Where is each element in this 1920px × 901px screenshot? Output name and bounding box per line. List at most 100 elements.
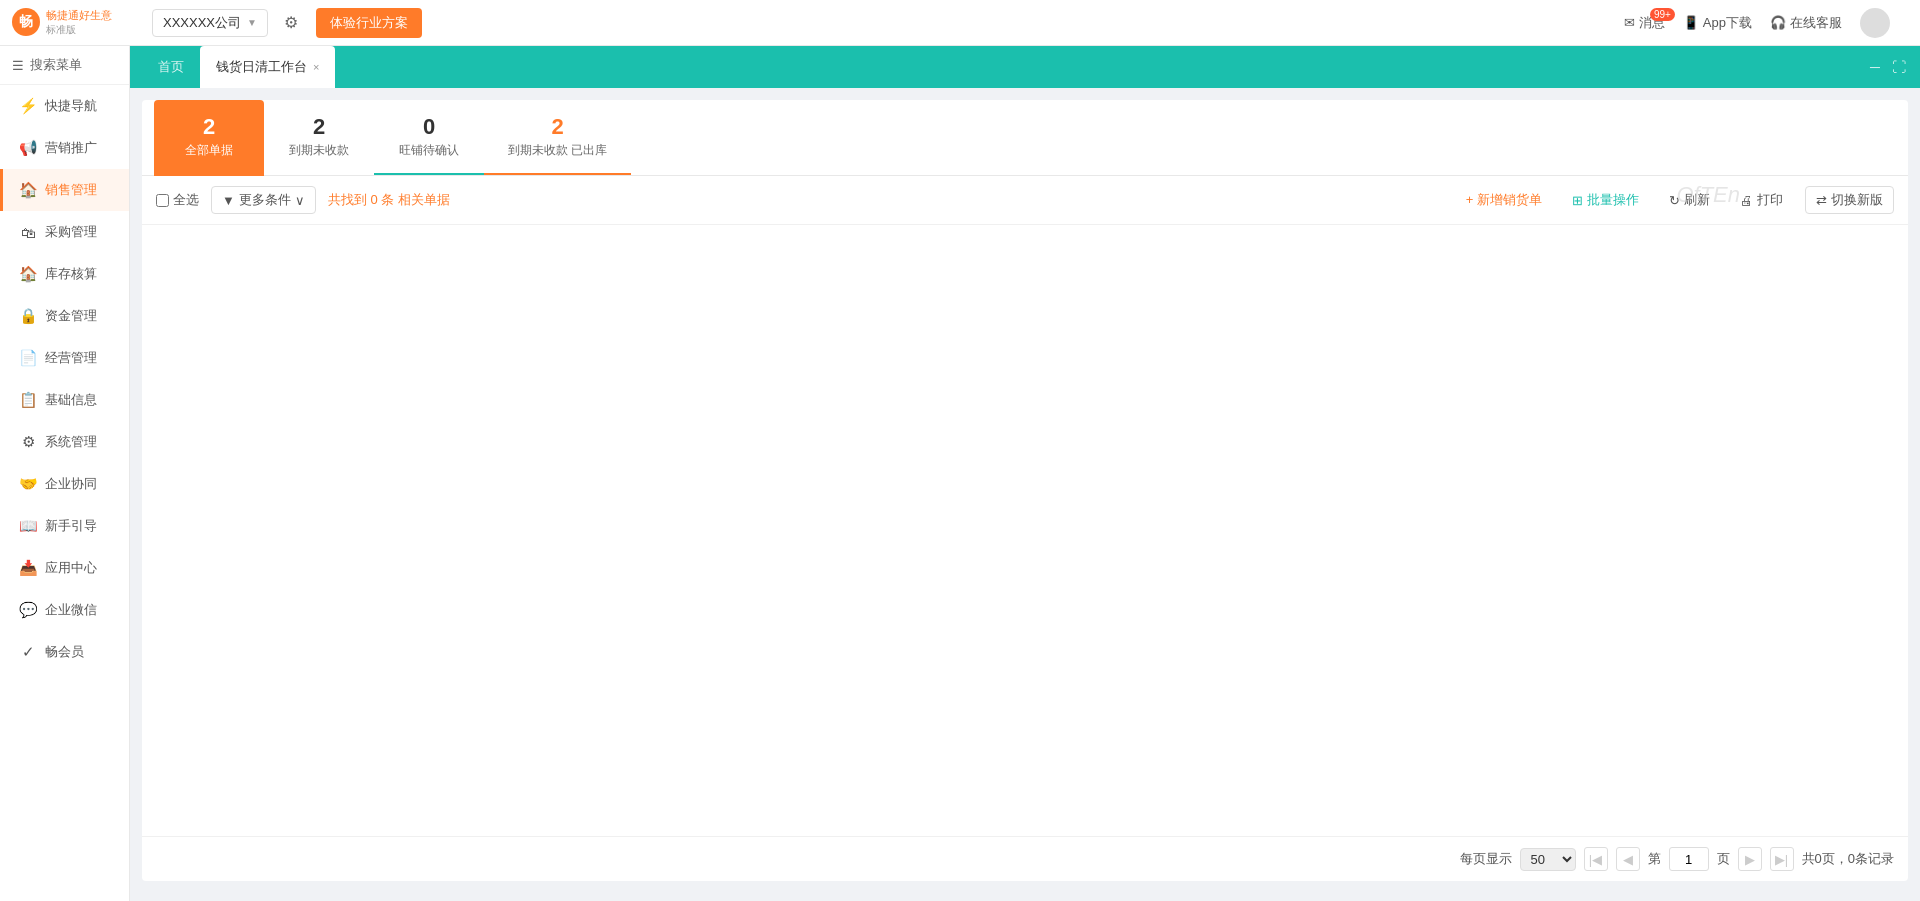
print-button[interactable]: 🖨 打印 bbox=[1732, 187, 1791, 213]
sidebar-item-enterprise[interactable]: 🤝 企业协同 bbox=[0, 463, 129, 505]
sidebar-item-quick-nav[interactable]: ⚡ 快捷导航 bbox=[0, 85, 129, 127]
sidebar-item-purchase[interactable]: 🛍 采购管理 bbox=[0, 211, 129, 253]
sidebar-item-label: 营销推广 bbox=[45, 139, 97, 157]
page-last-button[interactable]: ▶| bbox=[1770, 847, 1794, 871]
stat-tab-shipped[interactable]: 2 到期未收款 已出库 bbox=[484, 100, 631, 175]
batch-operation-button[interactable]: ⊞ 批量操作 bbox=[1564, 187, 1647, 213]
stat-num-overdue: 2 bbox=[288, 114, 350, 140]
company-dropdown-arrow: ▼ bbox=[247, 17, 257, 28]
switch-version-button[interactable]: ⇄ 切换新版 bbox=[1805, 186, 1894, 214]
guide-icon: 📖 bbox=[19, 517, 37, 535]
stat-label-pending: 旺铺待确认 bbox=[398, 142, 460, 159]
switch-icon: ⇄ bbox=[1816, 193, 1827, 208]
page-label: 第 bbox=[1648, 850, 1661, 868]
sidebar-item-label: 销售管理 bbox=[45, 181, 97, 199]
window-max-button[interactable]: ⛶ bbox=[1890, 57, 1908, 77]
page-number-input[interactable] bbox=[1669, 847, 1709, 871]
stat-num-pending: 0 bbox=[398, 114, 460, 140]
sidebar-item-system[interactable]: ⚙ 系统管理 bbox=[0, 421, 129, 463]
top-header: 畅 畅捷通好生意 标准版 XXXXXX公司 ▼ ⚙ 体验行业方案 ✉ 消息 99… bbox=[0, 0, 1920, 46]
tab-home[interactable]: 首页 bbox=[142, 46, 200, 88]
marketing-icon: 📢 bbox=[19, 139, 37, 157]
tab-close-button[interactable]: × bbox=[313, 61, 319, 73]
found-prefix: 共找到 bbox=[328, 192, 367, 207]
found-number: 0 bbox=[371, 192, 378, 207]
enterprise-icon: 🤝 bbox=[19, 475, 37, 493]
per-page-label: 每页显示 bbox=[1460, 850, 1512, 868]
company-selector[interactable]: XXXXXX公司 ▼ bbox=[152, 9, 268, 37]
switch-label: 切换新版 bbox=[1831, 191, 1883, 209]
sidebar-item-member[interactable]: ✓ 畅会员 bbox=[0, 631, 129, 673]
add-sale-button[interactable]: + 新增销货单 bbox=[1458, 187, 1550, 213]
user-avatar[interactable] bbox=[1860, 8, 1890, 38]
batch-label: 批量操作 bbox=[1587, 191, 1639, 209]
sidebar-item-label: 经营管理 bbox=[45, 349, 97, 367]
stat-tab-pending[interactable]: 0 旺铺待确认 bbox=[374, 100, 484, 175]
stat-num-shipped: 2 bbox=[508, 114, 607, 140]
sidebar-item-wechat[interactable]: 💬 企业微信 bbox=[0, 589, 129, 631]
sales-icon: 🏠 bbox=[19, 181, 37, 199]
tab-workbench[interactable]: 钱货日清工作台 × bbox=[200, 46, 335, 88]
refresh-label: 刷新 bbox=[1684, 191, 1710, 209]
app-center-icon: 📥 bbox=[19, 559, 37, 577]
online-service-button[interactable]: 🎧 在线客服 bbox=[1770, 14, 1842, 32]
sidebar-item-label: 资金管理 bbox=[45, 307, 97, 325]
found-count: 共找到 0 条 相关单据 bbox=[328, 191, 450, 209]
workbench-card: 2 全部单据 2 到期未收款 0 旺铺待确认 2 到期未收款 已出库 bbox=[142, 100, 1908, 881]
search-menu-icon: ☰ bbox=[12, 58, 24, 73]
refresh-button[interactable]: ↻ 刷新 bbox=[1661, 187, 1718, 213]
basic-info-icon: 📋 bbox=[19, 391, 37, 409]
sidebar-item-label: 畅会员 bbox=[45, 643, 84, 661]
operations-icon: 📄 bbox=[19, 349, 37, 367]
service-icon: 🎧 bbox=[1770, 15, 1786, 30]
stat-label-all: 全部单据 bbox=[178, 142, 240, 159]
logo-name: 畅捷通好生意 bbox=[46, 8, 112, 22]
window-buttons: ─ ⛶ bbox=[1868, 57, 1908, 77]
settings-button[interactable]: ⚙ bbox=[276, 8, 306, 38]
sidebar-item-label: 基础信息 bbox=[45, 391, 97, 409]
window-min-button[interactable]: ─ bbox=[1868, 57, 1882, 77]
quick-nav-icon: ⚡ bbox=[19, 97, 37, 115]
download-icon: 📱 bbox=[1683, 15, 1699, 30]
found-unit: 条 bbox=[381, 192, 394, 207]
stat-tab-all[interactable]: 2 全部单据 bbox=[154, 100, 264, 176]
sidebar-item-app-center[interactable]: 📥 应用中心 bbox=[0, 547, 129, 589]
try-industry-button[interactable]: 体验行业方案 bbox=[316, 8, 422, 38]
inventory-icon: 🏠 bbox=[19, 265, 37, 283]
sidebar-item-marketing[interactable]: 📢 营销推广 bbox=[0, 127, 129, 169]
search-menu-item[interactable]: ☰ 搜索菜单 bbox=[0, 46, 129, 85]
select-all-input[interactable] bbox=[156, 194, 169, 207]
toolbar-right: + 新增销货单 ⊞ 批量操作 ↻ 刷新 🖨 打印 ⇄ bbox=[1458, 186, 1894, 214]
filter-caret: ∨ bbox=[295, 193, 305, 208]
sidebar-item-basic-info[interactable]: 📋 基础信息 bbox=[0, 379, 129, 421]
tab-home-label: 首页 bbox=[158, 58, 184, 76]
sidebar-item-label: 库存核算 bbox=[45, 265, 97, 283]
message-icon: ✉ bbox=[1624, 15, 1635, 30]
member-icon: ✓ bbox=[19, 643, 37, 661]
page-first-button[interactable]: |◀ bbox=[1584, 847, 1608, 871]
sidebar-item-finance[interactable]: 🔒 资金管理 bbox=[0, 295, 129, 337]
messages-button[interactable]: ✉ 消息 99+ bbox=[1624, 14, 1665, 32]
wechat-icon: 💬 bbox=[19, 601, 37, 619]
sidebar: ☰ 搜索菜单 ⚡ 快捷导航 📢 营销推广 🏠 销售管理 🛍 采购管理 🏠 库存核… bbox=[0, 46, 130, 901]
select-all-checkbox[interactable]: 全选 bbox=[156, 191, 199, 209]
logo-icon: 畅 bbox=[12, 8, 40, 36]
sidebar-item-label: 采购管理 bbox=[45, 223, 97, 241]
sidebar-item-inventory[interactable]: 🏠 库存核算 bbox=[0, 253, 129, 295]
select-all-label: 全选 bbox=[173, 191, 199, 209]
refresh-icon: ↻ bbox=[1669, 193, 1680, 208]
sidebar-item-guide[interactable]: 📖 新手引导 bbox=[0, 505, 129, 547]
total-count: 共0页，0条记录 bbox=[1802, 850, 1894, 868]
app-download-button[interactable]: 📱 App下载 bbox=[1683, 14, 1752, 32]
filter-button[interactable]: ▼ 更多条件 ∨ bbox=[211, 186, 316, 214]
page-prev-button[interactable]: ◀ bbox=[1616, 847, 1640, 871]
message-badge: 99+ bbox=[1650, 8, 1675, 21]
filter-icon: ▼ bbox=[222, 193, 235, 208]
page-next-button[interactable]: ▶ bbox=[1738, 847, 1762, 871]
sidebar-item-operations[interactable]: 📄 经营管理 bbox=[0, 337, 129, 379]
sidebar-item-sales[interactable]: 🏠 销售管理 bbox=[0, 169, 129, 211]
sidebar-item-label: 系统管理 bbox=[45, 433, 97, 451]
filter-label: 更多条件 bbox=[239, 191, 291, 209]
per-page-select[interactable]: 50 100 200 bbox=[1520, 848, 1576, 871]
stat-tab-overdue[interactable]: 2 到期未收款 bbox=[264, 100, 374, 175]
